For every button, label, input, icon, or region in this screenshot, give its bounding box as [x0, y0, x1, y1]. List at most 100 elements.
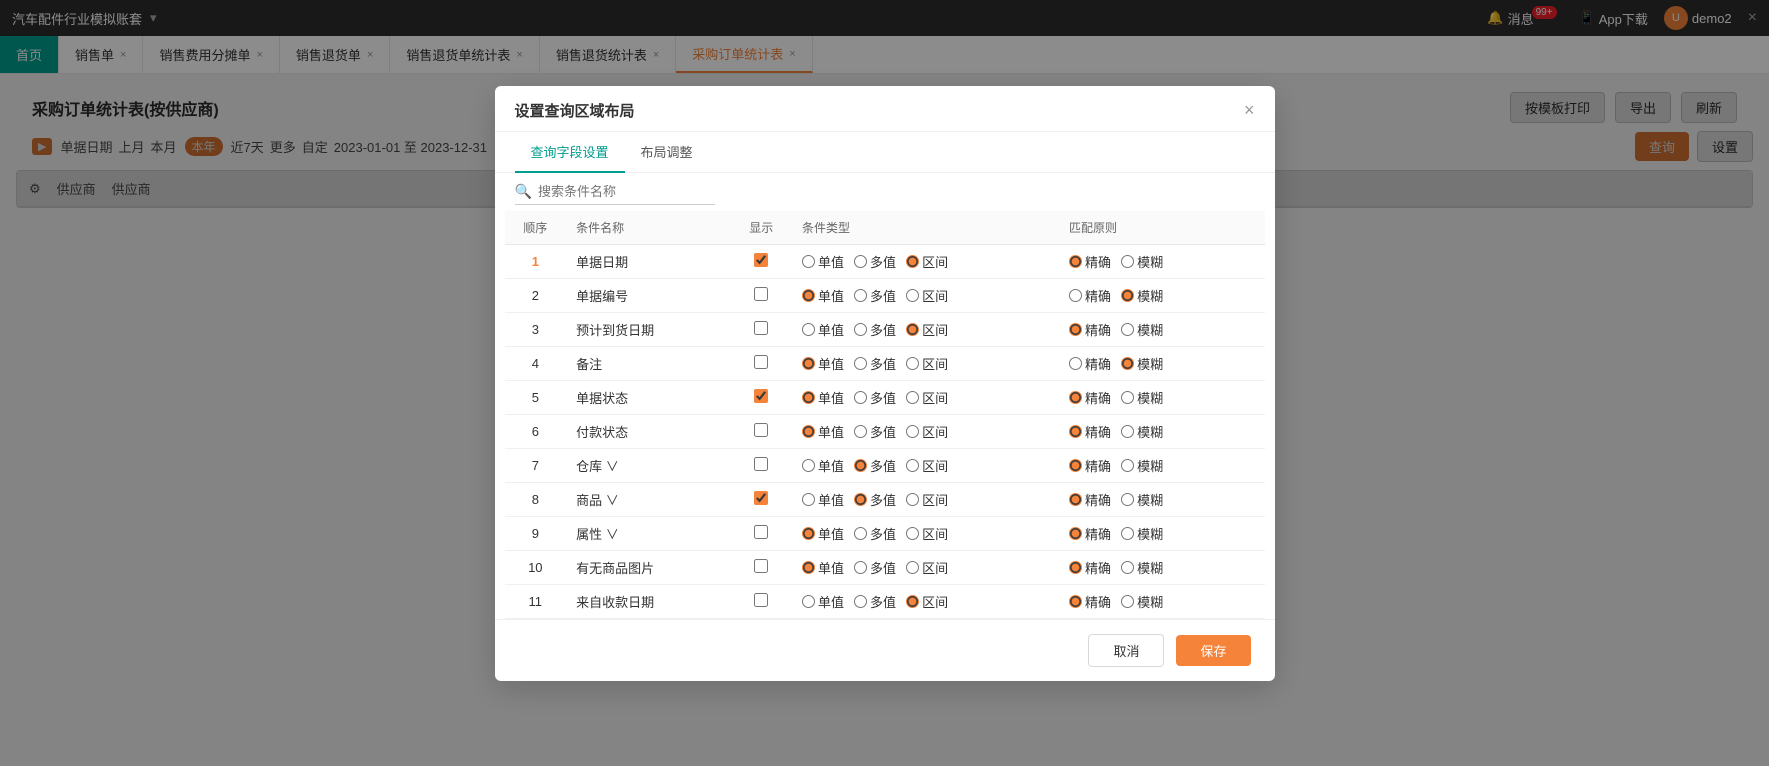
match-radio-item[interactable]: 精确	[1069, 422, 1111, 441]
type-radio-item[interactable]: 区间	[906, 320, 948, 339]
row-display[interactable]	[730, 346, 792, 380]
match-radio-item[interactable]: 模糊	[1121, 252, 1163, 271]
type-radio[interactable]	[906, 255, 919, 268]
display-checkbox[interactable]	[754, 321, 768, 335]
match-radio[interactable]	[1069, 323, 1082, 336]
type-radio-item[interactable]: 多值	[854, 524, 896, 543]
type-radio-item[interactable]: 多值	[854, 354, 896, 373]
match-radio-item[interactable]: 精确	[1069, 456, 1111, 475]
match-radio-item[interactable]: 模糊	[1121, 524, 1163, 543]
type-radio-item[interactable]: 单值	[802, 592, 844, 611]
cancel-btn[interactable]: 取消	[1088, 634, 1164, 667]
match-radio-item[interactable]: 精确	[1069, 388, 1111, 407]
row-display[interactable]	[730, 448, 792, 482]
modal-tab-layout[interactable]: 布局调整	[625, 132, 709, 173]
display-checkbox[interactable]	[754, 457, 768, 471]
type-radio[interactable]	[802, 459, 815, 472]
type-radio[interactable]	[854, 425, 867, 438]
match-radio-item[interactable]: 模糊	[1121, 456, 1163, 475]
type-radio[interactable]	[906, 323, 919, 336]
type-radio-item[interactable]: 单值	[802, 354, 844, 373]
type-radio-item[interactable]: 单值	[802, 490, 844, 509]
type-radio[interactable]	[802, 323, 815, 336]
match-radio[interactable]	[1069, 561, 1082, 574]
type-radio[interactable]	[906, 357, 919, 370]
type-radio[interactable]	[802, 255, 815, 268]
type-radio-item[interactable]: 区间	[906, 592, 948, 611]
type-radio-item[interactable]: 多值	[854, 286, 896, 305]
display-checkbox[interactable]	[754, 355, 768, 369]
match-radio-item[interactable]: 精确	[1069, 286, 1111, 305]
match-radio[interactable]	[1121, 459, 1134, 472]
modal-tab-query[interactable]: 查询字段设置	[515, 132, 625, 173]
type-radio[interactable]	[802, 595, 815, 608]
type-radio-item[interactable]: 区间	[906, 252, 948, 271]
display-checkbox[interactable]	[754, 253, 768, 267]
match-radio-item[interactable]: 精确	[1069, 592, 1111, 611]
display-checkbox[interactable]	[754, 389, 768, 403]
type-radio-item[interactable]: 多值	[854, 592, 896, 611]
match-radio-item[interactable]: 模糊	[1121, 388, 1163, 407]
type-radio[interactable]	[854, 323, 867, 336]
match-radio[interactable]	[1121, 255, 1134, 268]
match-radio[interactable]	[1121, 289, 1134, 302]
type-radio-item[interactable]: 区间	[906, 456, 948, 475]
type-radio[interactable]	[802, 425, 815, 438]
type-radio[interactable]	[854, 595, 867, 608]
match-radio-item[interactable]: 精确	[1069, 490, 1111, 509]
match-radio[interactable]	[1121, 561, 1134, 574]
row-display[interactable]	[730, 414, 792, 448]
type-radio-item[interactable]: 多值	[854, 388, 896, 407]
type-radio-item[interactable]: 区间	[906, 388, 948, 407]
row-display[interactable]	[730, 516, 792, 550]
type-radio[interactable]	[854, 527, 867, 540]
type-radio[interactable]	[906, 595, 919, 608]
type-radio-item[interactable]: 多值	[854, 490, 896, 509]
type-radio-item[interactable]: 单值	[802, 456, 844, 475]
row-display[interactable]	[730, 482, 792, 516]
type-radio[interactable]	[802, 561, 815, 574]
type-radio[interactable]	[854, 459, 867, 472]
match-radio-item[interactable]: 精确	[1069, 252, 1111, 271]
match-radio[interactable]	[1121, 527, 1134, 540]
row-display[interactable]	[730, 312, 792, 346]
match-radio[interactable]	[1069, 289, 1082, 302]
match-radio[interactable]	[1121, 391, 1134, 404]
row-display[interactable]	[730, 244, 792, 278]
row-display[interactable]	[730, 584, 792, 618]
type-radio[interactable]	[906, 493, 919, 506]
type-radio[interactable]	[906, 527, 919, 540]
type-radio-item[interactable]: 区间	[906, 490, 948, 509]
match-radio-item[interactable]: 模糊	[1121, 320, 1163, 339]
type-radio[interactable]	[854, 561, 867, 574]
match-radio-item[interactable]: 精确	[1069, 558, 1111, 577]
match-radio[interactable]	[1069, 595, 1082, 608]
type-radio-item[interactable]: 区间	[906, 558, 948, 577]
type-radio-item[interactable]: 区间	[906, 354, 948, 373]
type-radio[interactable]	[854, 493, 867, 506]
match-radio-item[interactable]: 精确	[1069, 320, 1111, 339]
match-radio-item[interactable]: 精确	[1069, 354, 1111, 373]
match-radio-item[interactable]: 模糊	[1121, 286, 1163, 305]
type-radio-item[interactable]: 单值	[802, 388, 844, 407]
match-radio[interactable]	[1069, 527, 1082, 540]
type-radio[interactable]	[906, 425, 919, 438]
type-radio[interactable]	[906, 459, 919, 472]
type-radio[interactable]	[802, 527, 815, 540]
type-radio-item[interactable]: 单值	[802, 320, 844, 339]
match-radio[interactable]	[1121, 323, 1134, 336]
type-radio[interactable]	[906, 289, 919, 302]
match-radio-item[interactable]: 模糊	[1121, 558, 1163, 577]
row-display[interactable]	[730, 550, 792, 584]
match-radio[interactable]	[1069, 357, 1082, 370]
match-radio[interactable]	[1121, 493, 1134, 506]
type-radio[interactable]	[906, 391, 919, 404]
row-display[interactable]	[730, 380, 792, 414]
match-radio[interactable]	[1121, 357, 1134, 370]
type-radio-item[interactable]: 区间	[906, 422, 948, 441]
type-radio-item[interactable]: 区间	[906, 524, 948, 543]
type-radio[interactable]	[906, 561, 919, 574]
display-checkbox[interactable]	[754, 423, 768, 437]
type-radio[interactable]	[802, 493, 815, 506]
type-radio-item[interactable]: 单值	[802, 524, 844, 543]
